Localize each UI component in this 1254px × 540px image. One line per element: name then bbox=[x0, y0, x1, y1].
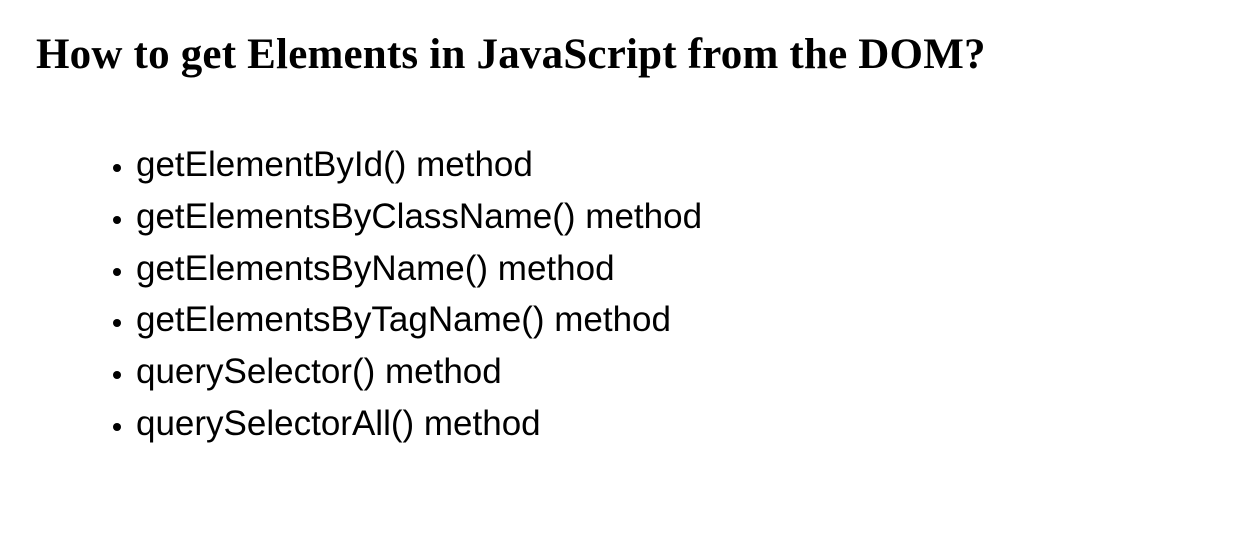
method-list: getElementById() method getElementsByCla… bbox=[36, 139, 1218, 450]
list-item: getElementsByName() method bbox=[136, 243, 1218, 295]
list-item: getElementsByTagName() method bbox=[136, 294, 1218, 346]
page-title: How to get Elements in JavaScript from t… bbox=[36, 30, 1218, 79]
list-item: getElementsByClassName() method bbox=[136, 191, 1218, 243]
list-item: getElementById() method bbox=[136, 139, 1218, 191]
list-item: querySelectorAll() method bbox=[136, 398, 1218, 450]
list-item: querySelector() method bbox=[136, 346, 1218, 398]
